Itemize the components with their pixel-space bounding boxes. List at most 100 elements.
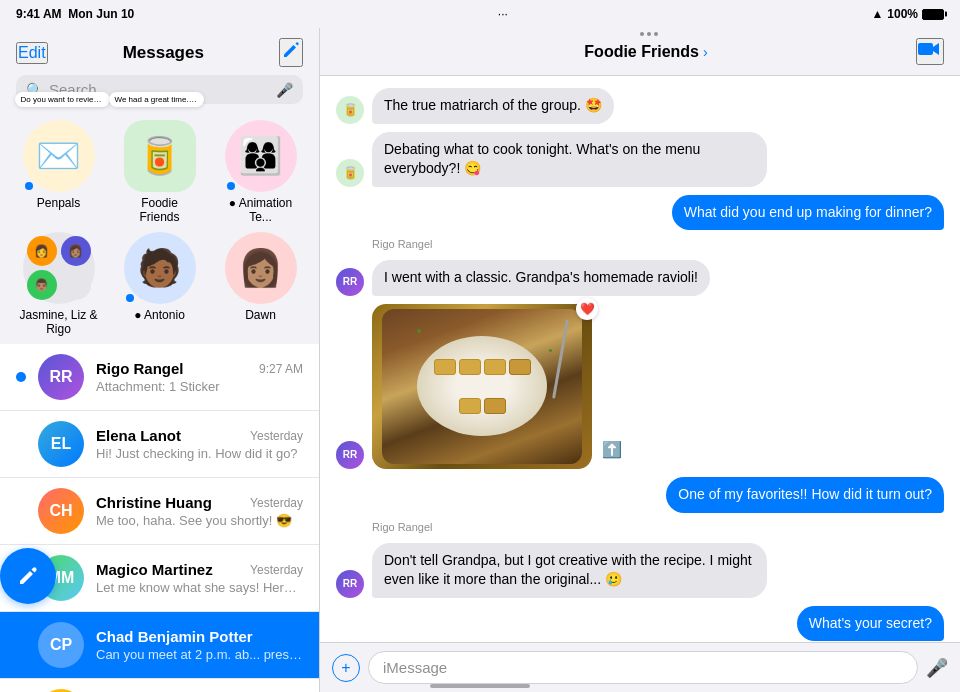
unread-dot-rigo <box>16 372 26 382</box>
message-bubble: Don't tell Grandpa, but I got creative w… <box>372 543 767 598</box>
message-row-sent: One of my favorites!! How did it turn ou… <box>336 477 944 513</box>
svg-rect-0 <box>918 43 933 55</box>
dawn-name: Dawn <box>245 308 276 322</box>
dawn-avatar: 👩🏽 <box>225 232 297 304</box>
jasmine-name: ● Animation Te... <box>221 196 301 224</box>
elena-time: Yesterday <box>250 429 303 443</box>
mic-button[interactable]: 🎤 <box>926 657 948 679</box>
drag-dot <box>654 32 658 36</box>
message-row: 🥫 Debating what to cook tonight. What's … <box>336 132 944 187</box>
status-right: ▲ 100% <box>871 7 944 21</box>
message-row: RR I went with a classic. Grandpa's home… <box>336 260 944 296</box>
status-time: 9:41 AM Mon Jun 10 <box>16 7 134 21</box>
chat-input-area: + iMessage 🎤 <box>320 642 960 692</box>
penpals-unread <box>25 182 33 190</box>
home-indicator <box>430 684 530 688</box>
group-avatar-sm: 🥫 <box>336 159 364 187</box>
chat-panel: Foodie Friends › 🥫 The true matriarch of… <box>320 28 960 692</box>
christine-name: Christine Huang <box>96 494 212 511</box>
antonio-name: ● Antonio <box>134 308 185 322</box>
video-call-button[interactable] <box>916 38 944 65</box>
pinned-row2: 👩 👩🏽 👨🏽 Jasmine, Liz & Rigo 🧑🏾 ● Antonio <box>12 232 307 336</box>
christine-preview: Me too, haha. See you shortly! 😎 <box>96 513 303 528</box>
wifi-icon: ▲ <box>871 7 883 21</box>
pinned-section: Do you want to review all the rend... ✉️… <box>0 112 319 344</box>
rigo-avatar: RR <box>38 354 84 400</box>
message-row: RR Don't tell Grandpa, but I got creativ… <box>336 543 944 598</box>
jasmine-avatar: 👩‍👩‍👦 <box>225 120 297 192</box>
penpals-name: Penpals <box>37 196 80 210</box>
chad-avatar: CP <box>38 622 84 668</box>
messages-panel: Edit Messages 🔍 Search 🎤 <box>0 28 320 692</box>
elena-avatar: EL <box>38 421 84 467</box>
group-avatar-sm: 🥫 <box>336 96 364 124</box>
status-center: ··· <box>498 7 508 21</box>
chat-chevron-icon: › <box>703 44 708 60</box>
battery-icon <box>922 9 944 20</box>
jasmine-liz-avatar: 👩 👩🏽 👨🏽 <box>23 232 95 304</box>
image-message[interactable]: ❤️ ⬆️ <box>372 304 592 469</box>
pinned-item-jasmine[interactable]: 👩‍👩‍👦 ● Animation Te... <box>214 120 307 224</box>
conversation-chad-potter[interactable]: CP Chad Benjamin Potter Can you meet at … <box>0 612 319 679</box>
elena-name: Elena Lanot <box>96 427 181 444</box>
elena-preview: Hi! Just checking in. How did it go? <box>96 446 303 461</box>
chat-title-wrap[interactable]: Foodie Friends › <box>584 43 707 61</box>
edit-button[interactable]: Edit <box>16 42 48 64</box>
pinned-item-jasmine-liz[interactable]: 👩 👩🏽 👨🏽 Jasmine, Liz & Rigo <box>12 232 105 336</box>
rigo-avatar-sm3: RR <box>336 570 364 598</box>
rigo-preview: Attachment: 1 Sticker <box>96 379 303 394</box>
pinned-item-penpals[interactable]: Do you want to review all the rend... ✉️… <box>12 120 105 224</box>
drag-dot <box>640 32 644 36</box>
conversation-jenny-court[interactable]: JC Jenny Court Yesterday Can't wait to s… <box>0 679 319 692</box>
foodie-friends-avatar: 🥫 <box>124 120 196 192</box>
sender-label: Rigo Rangel <box>372 238 944 250</box>
foodie-friends-name: Foodie Friends <box>120 196 200 224</box>
chat-title: Foodie Friends <box>584 43 699 61</box>
rigo-avatar-sm2: RR <box>336 441 364 469</box>
conversation-christine-huang[interactable]: CH Christine Huang Yesterday Me too, hah… <box>0 478 319 545</box>
input-placeholder: iMessage <box>383 659 447 676</box>
rigo-name: Rigo Rangel <box>96 360 184 377</box>
share-button[interactable]: ⬆️ <box>602 440 622 459</box>
message-row-sent: What's your secret? <box>336 606 944 642</box>
pinned-item-dawn[interactable]: 👩🏽 Dawn <box>214 232 307 336</box>
message-row-image: RR <box>336 304 944 469</box>
app-container: Edit Messages 🔍 Search 🎤 <box>0 28 960 692</box>
penpals-bubble: Do you want to review all the rend... <box>15 92 110 107</box>
status-bar: 9:41 AM Mon Jun 10 ··· ▲ 100% <box>0 0 960 28</box>
penpals-avatar: ✉️ <box>23 120 95 192</box>
drag-dot <box>647 32 651 36</box>
magico-preview: Let me know what she says! Here's anothe… <box>96 580 303 595</box>
conversation-list: RR Rigo Rangel 9:27 AM Attachment: 1 Sti… <box>0 344 319 692</box>
search-mic-icon[interactable]: 🎤 <box>276 82 293 98</box>
battery-percent: 100% <box>887 7 918 21</box>
sender-label-rigo2: Rigo Rangel <box>372 521 944 533</box>
compose-button[interactable] <box>279 38 303 67</box>
pinned-item-antonio[interactable]: 🧑🏾 ● Antonio <box>113 232 206 336</box>
magico-name: Magico Martinez <box>96 561 213 578</box>
christine-time: Yesterday <box>250 496 303 510</box>
active-compose-icon[interactable] <box>0 548 56 604</box>
pinned-grid: Do you want to review all the rend... ✉️… <box>12 120 307 224</box>
messages-title: Messages <box>123 43 204 63</box>
pinned-item-foodie-friends[interactable]: We had a great time. Home with... 🥫 Food… <box>113 120 206 224</box>
food-image <box>372 304 592 469</box>
message-bubble-sent: One of my favorites!! How did it turn ou… <box>666 477 944 513</box>
chad-name: Chad Benjamin Potter <box>96 628 253 645</box>
jasmine-unread <box>227 182 235 190</box>
rigo-avatar-sm: RR <box>336 268 364 296</box>
heart-reaction: ❤️ <box>576 298 598 320</box>
message-bubble: Debating what to cook tonight. What's on… <box>372 132 767 187</box>
message-input[interactable]: iMessage <box>368 651 918 684</box>
message-bubble-sent: What's your secret? <box>797 606 944 642</box>
message-row: 🥫 The true matriarch of the group. 🤩 <box>336 88 944 124</box>
rigo-time: 9:27 AM <box>259 362 303 376</box>
message-bubble: I went with a classic. Grandpa's homemad… <box>372 260 710 296</box>
conversation-rigo-rangel[interactable]: RR Rigo Rangel 9:27 AM Attachment: 1 Sti… <box>0 344 319 411</box>
antonio-avatar: 🧑🏾 <box>124 232 196 304</box>
conversation-elena-lanot[interactable]: EL Elena Lanot Yesterday Hi! Just checki… <box>0 411 319 478</box>
message-row-sent: What did you end up making for dinner? <box>336 195 944 231</box>
chad-preview: Can you meet at 2 p.m. ab... presentatio… <box>96 647 303 662</box>
add-button[interactable]: + <box>332 654 360 682</box>
antonio-unread <box>126 294 134 302</box>
